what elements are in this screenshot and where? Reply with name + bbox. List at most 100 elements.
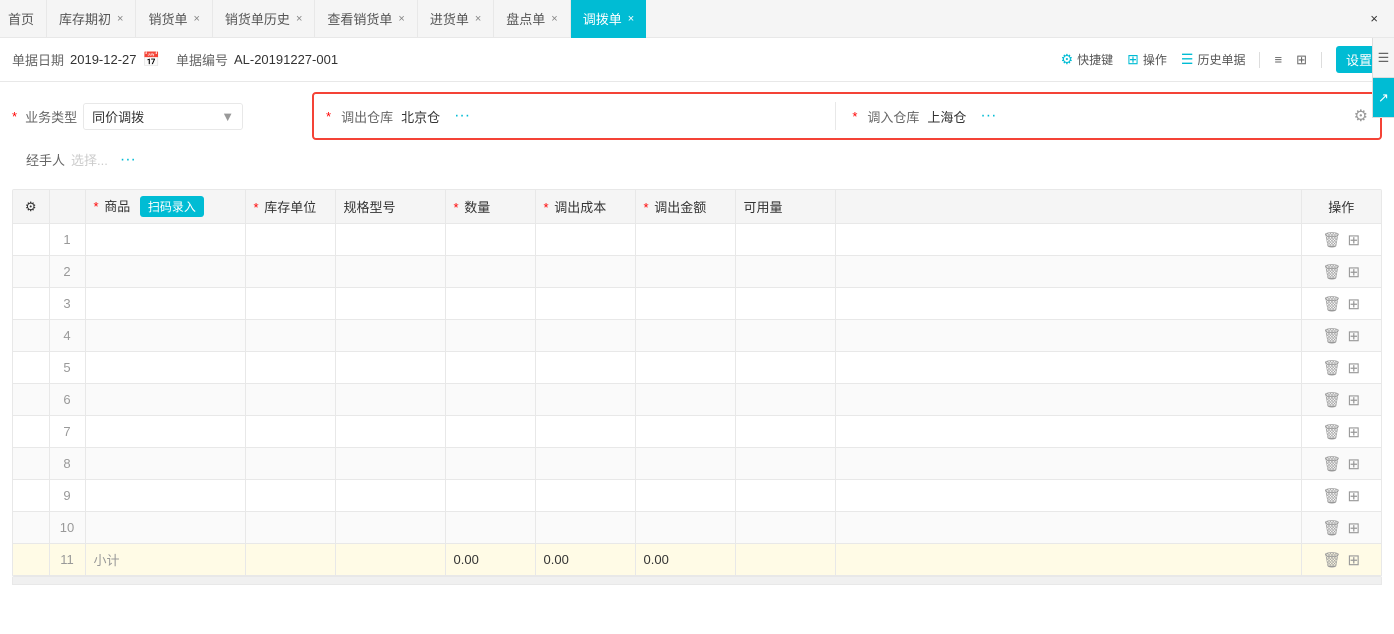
agent-more-btn[interactable]: ··· (114, 151, 142, 169)
tab-inventory-init-close[interactable]: × (117, 13, 123, 25)
row-product-cell[interactable] (85, 448, 245, 480)
row-spec-cell[interactable] (335, 352, 445, 384)
row-qty-cell[interactable] (445, 384, 535, 416)
tab-purchase-order-close[interactable]: × (475, 13, 481, 25)
warehouse-in-value[interactable]: 上海仓 (927, 107, 966, 126)
row-cost-cell[interactable] (535, 416, 635, 448)
row-product-cell[interactable] (85, 224, 245, 256)
row-amount-cell[interactable] (635, 352, 735, 384)
warehouse-gear-icon[interactable]: ⚙ (1354, 106, 1368, 126)
right-panel-expand-icon[interactable]: ↗ (1372, 78, 1394, 118)
row-cost-cell[interactable] (535, 512, 635, 544)
row-amount-cell[interactable] (635, 416, 735, 448)
copy-icon[interactable]: ⊞ (1347, 359, 1360, 377)
scan-button[interactable]: 扫码录入 (140, 196, 204, 217)
business-type-select[interactable]: 同价调拨 ▼ (83, 103, 243, 130)
row-amount-cell[interactable] (635, 384, 735, 416)
tab-sales-order-close[interactable]: × (193, 13, 199, 25)
row-unit-cell[interactable] (245, 384, 335, 416)
layout1-icon[interactable]: ≡ (1274, 52, 1282, 67)
row-cost-cell[interactable] (535, 352, 635, 384)
copy-icon[interactable]: ⊞ (1347, 295, 1360, 313)
copy-icon[interactable]: ⊞ (1347, 391, 1360, 409)
copy-icon[interactable]: ⊞ (1347, 263, 1360, 281)
row-spec-cell[interactable] (335, 448, 445, 480)
agent-select[interactable]: 选择... (71, 150, 108, 169)
row-cost-cell[interactable] (535, 320, 635, 352)
close-all-tabs[interactable]: × (1362, 11, 1386, 26)
warehouse-in-more-btn[interactable]: ··· (974, 107, 1002, 125)
row-unit-cell[interactable] (245, 480, 335, 512)
warehouse-out-more-btn[interactable]: ··· (448, 107, 476, 125)
row-amount-cell[interactable] (635, 512, 735, 544)
row-qty-cell[interactable] (445, 224, 535, 256)
tab-inventory-check[interactable]: 盘点单 × (494, 0, 570, 38)
tab-inventory-init[interactable]: 库存期初 × (47, 0, 136, 38)
copy-icon[interactable]: ⊞ (1347, 519, 1360, 537)
row-unit-cell[interactable] (245, 320, 335, 352)
row-cost-cell[interactable] (535, 256, 635, 288)
row-spec-cell[interactable] (335, 320, 445, 352)
delete-icon[interactable]: 🗑 (1322, 487, 1341, 505)
tab-transfer-order-close[interactable]: × (628, 13, 634, 25)
tab-home[interactable]: 首页 (8, 0, 47, 38)
row-qty-cell[interactable] (445, 416, 535, 448)
row-cost-cell[interactable] (535, 288, 635, 320)
row-qty-cell[interactable] (445, 448, 535, 480)
layout2-icon[interactable]: ⊞ (1296, 52, 1307, 68)
date-value[interactable]: 2019-12-27 (70, 52, 137, 67)
delete-icon[interactable]: 🗑 (1322, 327, 1341, 345)
delete-icon[interactable]: 🗑 (1322, 455, 1341, 473)
tab-view-sales[interactable]: 查看销货单 × (315, 0, 417, 38)
row-spec-cell[interactable] (335, 224, 445, 256)
row-spec-cell[interactable] (335, 384, 445, 416)
row-amount-cell[interactable] (635, 288, 735, 320)
row-unit-cell[interactable] (245, 224, 335, 256)
delete-icon[interactable]: 🗑 (1322, 391, 1341, 409)
row-product-cell[interactable] (85, 416, 245, 448)
calendar-icon[interactable]: 📅 (143, 51, 160, 68)
row-spec-cell[interactable] (335, 256, 445, 288)
row-spec-cell[interactable] (335, 288, 445, 320)
tab-sales-history[interactable]: 销货单历史 × (213, 0, 315, 38)
shortcut-action[interactable]: ⚙ 快捷键 (1061, 51, 1114, 68)
row-unit-cell[interactable] (245, 416, 335, 448)
row-unit-cell[interactable] (245, 448, 335, 480)
operation-action[interactable]: ⊞ 操作 (1127, 51, 1167, 68)
row-unit-cell[interactable] (245, 512, 335, 544)
row-product-cell[interactable] (85, 320, 245, 352)
tab-sales-history-close[interactable]: × (296, 13, 302, 25)
row-cost-cell[interactable] (535, 480, 635, 512)
delete-icon[interactable]: 🗑 (1322, 295, 1341, 313)
tab-purchase-order[interactable]: 进货单 × (418, 0, 494, 38)
table-scrollbar[interactable] (12, 577, 1382, 585)
tab-view-sales-close[interactable]: × (398, 13, 404, 25)
copy-icon[interactable]: ⊞ (1347, 487, 1360, 505)
delete-icon[interactable]: 🗑 (1322, 359, 1341, 377)
row-unit-cell[interactable] (245, 352, 335, 384)
row-cost-cell[interactable] (535, 224, 635, 256)
tab-transfer-order[interactable]: 调拨单 × (571, 0, 646, 38)
row-cost-cell[interactable] (535, 448, 635, 480)
row-amount-cell[interactable] (635, 480, 735, 512)
delete-icon[interactable]: 🗑 (1322, 231, 1341, 249)
delete-icon[interactable]: 🗑 (1322, 551, 1341, 569)
row-amount-cell[interactable] (635, 256, 735, 288)
row-spec-cell[interactable] (335, 480, 445, 512)
row-product-cell[interactable] (85, 352, 245, 384)
copy-icon[interactable]: ⊞ (1347, 551, 1360, 569)
row-amount-cell[interactable] (635, 224, 735, 256)
row-qty-cell[interactable] (445, 352, 535, 384)
row-spec-cell[interactable] (335, 512, 445, 544)
row-amount-cell[interactable] (635, 320, 735, 352)
row-qty-cell[interactable] (445, 320, 535, 352)
copy-icon[interactable]: ⊞ (1347, 423, 1360, 441)
tab-inventory-check-close[interactable]: × (551, 13, 557, 25)
row-product-cell[interactable] (85, 384, 245, 416)
copy-icon[interactable]: ⊞ (1347, 231, 1360, 249)
row-cost-cell[interactable] (535, 384, 635, 416)
row-product-cell[interactable] (85, 512, 245, 544)
copy-icon[interactable]: ⊞ (1347, 455, 1360, 473)
warehouse-out-value[interactable]: 北京仓 (401, 107, 440, 126)
row-qty-cell[interactable] (445, 256, 535, 288)
